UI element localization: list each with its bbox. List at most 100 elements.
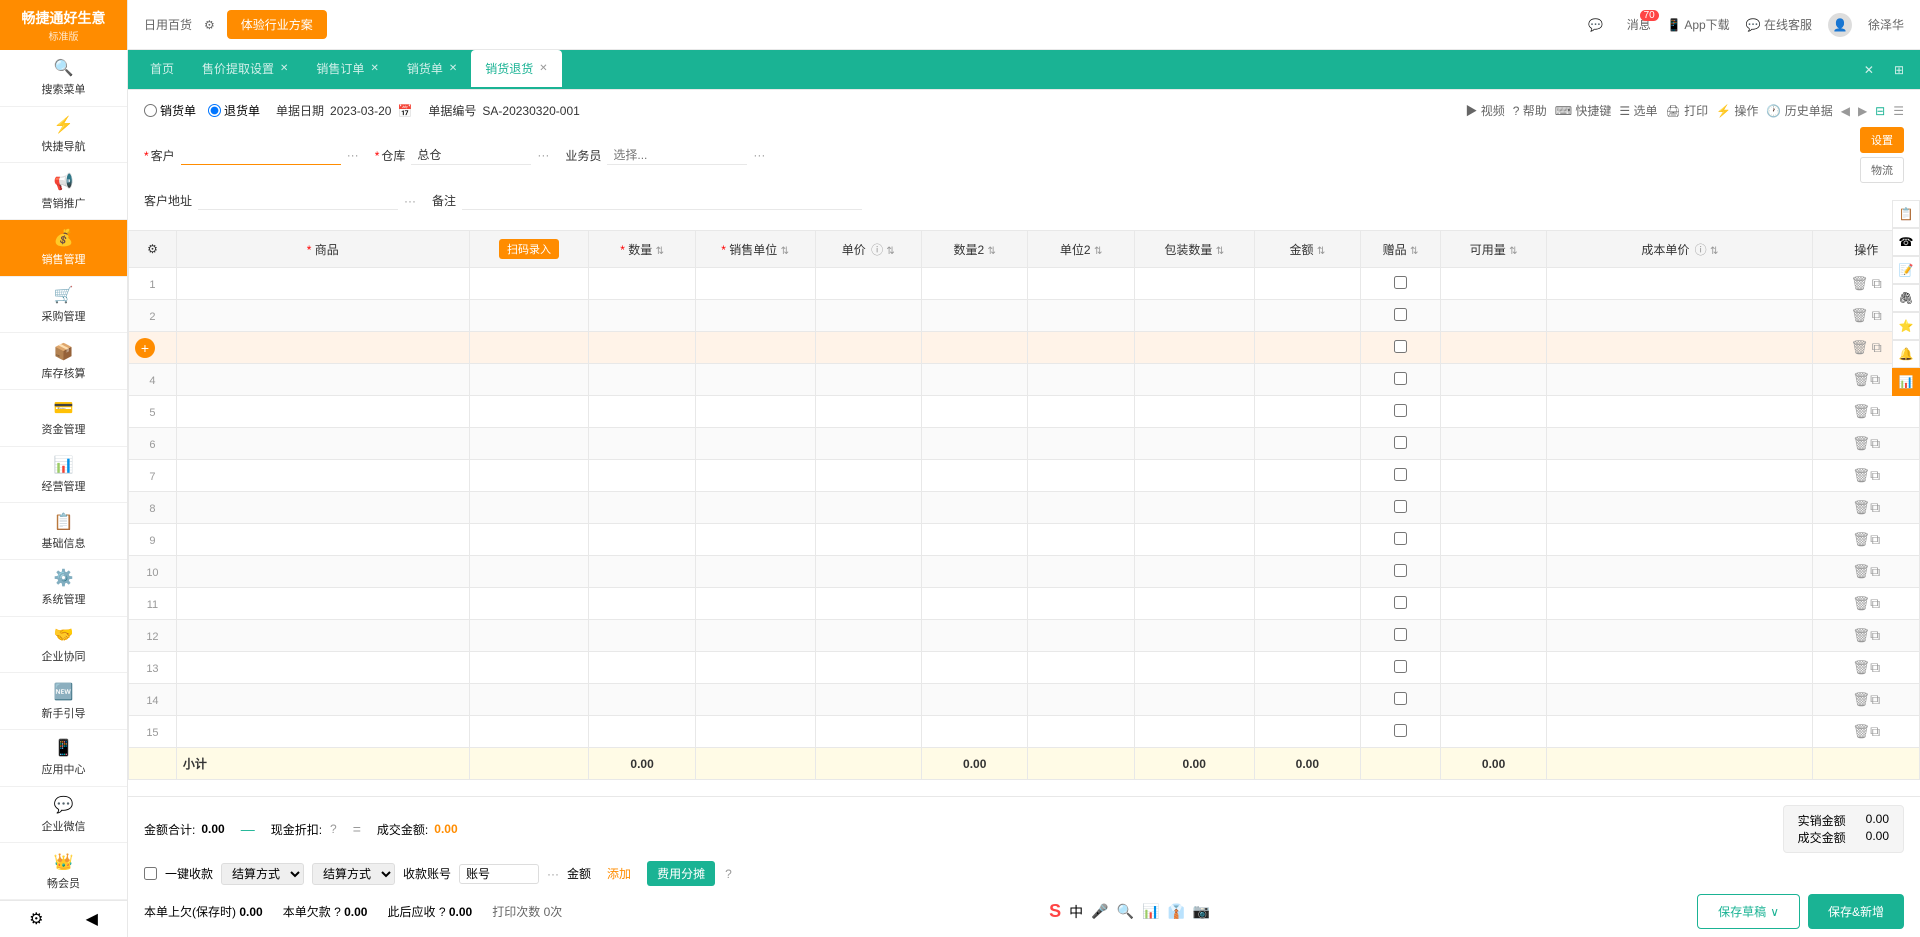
sidebar-item-operation[interactable]: 📊 经营管理 xyxy=(0,447,127,504)
tab-sales-delivery[interactable]: 销货单 ✕ xyxy=(393,50,471,89)
product-input-cell[interactable] xyxy=(176,332,469,364)
address-more-icon[interactable]: ··· xyxy=(404,194,416,208)
quantity-cell[interactable] xyxy=(589,268,695,300)
right-panel-icon-6[interactable]: 🔔 xyxy=(1892,340,1920,368)
gift-cell[interactable] xyxy=(1361,332,1441,364)
row-copy-icon[interactable]: ⧉ xyxy=(1872,339,1882,355)
close-all-tabs[interactable]: ✕ xyxy=(1852,63,1886,77)
cost-price-cell[interactable] xyxy=(1547,332,1813,364)
sidebar-item-marketing[interactable]: 📢 营销推广 xyxy=(0,163,127,220)
tab-sales-order[interactable]: 销售订单 ✕ xyxy=(302,50,392,89)
sidebar-item-wechat[interactable]: 💬 企业微信 xyxy=(0,787,127,844)
account-input[interactable] xyxy=(459,864,539,884)
qty2-cell[interactable] xyxy=(921,268,1027,300)
unit-cell[interactable] xyxy=(695,332,815,364)
account-more-icon[interactable]: ··· xyxy=(547,867,559,881)
mic-icon[interactable]: 🎤 xyxy=(1091,903,1108,920)
gift-checkbox[interactable] xyxy=(1394,308,1407,321)
right-panel-icon-1[interactable]: 📋 xyxy=(1892,200,1920,228)
tab-price-setup[interactable]: 售价提取设置 ✕ xyxy=(188,50,302,89)
row-copy-icon[interactable]: ⧉ xyxy=(1870,435,1880,451)
col-settings[interactable]: ⚙ xyxy=(129,231,177,268)
print-btn[interactable]: 🖨 打印 xyxy=(1666,102,1709,119)
row-delete-icon[interactable]: 🗑 xyxy=(1852,691,1870,707)
pack-qty-cell[interactable] xyxy=(1134,332,1254,364)
payable-help-icon[interactable]: ? xyxy=(439,905,446,919)
sidebar-item-guide[interactable]: 🆕 新手引导 xyxy=(0,673,127,730)
address-input[interactable] xyxy=(198,191,398,210)
row-delete-icon[interactable]: 🗑 xyxy=(1852,627,1870,643)
one-click-checkbox[interactable] xyxy=(144,867,157,880)
row-delete-icon[interactable]: 🗑 xyxy=(1852,563,1870,579)
row-copy-icon[interactable]: ⧉ xyxy=(1870,467,1880,483)
right-panel-icon-4[interactable]: 🖇 xyxy=(1892,284,1920,312)
save-new-button[interactable]: 保存&新增 xyxy=(1808,894,1904,929)
tab-sales-order-close-icon[interactable]: ✕ xyxy=(370,63,378,74)
row-delete-icon[interactable]: 🗑 xyxy=(1852,435,1870,451)
row-copy-icon[interactable]: ⧉ xyxy=(1870,595,1880,611)
gift-checkbox[interactable] xyxy=(1394,564,1407,577)
tab-sales-return-close-icon[interactable]: ✕ xyxy=(539,63,547,74)
row-delete-icon[interactable]: 🗑 xyxy=(1852,659,1870,675)
unit-cell[interactable] xyxy=(695,300,815,332)
gift-checkbox[interactable] xyxy=(1394,660,1407,673)
sidebar-item-enterprise[interactable]: 🤝 企业协同 xyxy=(0,617,127,674)
right-panel-icon-7-active[interactable]: 📊 xyxy=(1892,368,1920,396)
per-amount-help-icon[interactable]: ? xyxy=(334,905,341,919)
gift-checkbox[interactable] xyxy=(1394,596,1407,609)
tab-price-setup-close-icon[interactable]: ✕ xyxy=(280,63,288,74)
sidebar-item-search[interactable]: 🔍 搜索菜单 xyxy=(0,50,127,107)
calendar-icon[interactable]: 📅 xyxy=(397,104,412,118)
logistics-btn[interactable]: 物流 xyxy=(1860,157,1904,183)
return-type-radio[interactable]: 退货单 xyxy=(208,102,260,119)
available-cell[interactable] xyxy=(1440,332,1546,364)
video-btn[interactable]: ▶ 视频 xyxy=(1465,102,1504,119)
row-copy-icon[interactable]: ⧉ xyxy=(1872,307,1882,323)
setup-btn[interactable]: 设置 xyxy=(1860,127,1904,153)
row-delete-icon[interactable]: 🗑 xyxy=(1852,499,1870,515)
gift-checkbox[interactable] xyxy=(1394,468,1407,481)
row-delete-icon[interactable]: 🗑 xyxy=(1852,371,1870,387)
row-copy-icon[interactable]: ⧉ xyxy=(1870,403,1880,419)
fee-split-button[interactable]: 费用分摊 xyxy=(647,861,715,886)
sidebar-item-member[interactable]: 👑 畅会员 xyxy=(0,843,127,900)
list-view-icon[interactable]: ☰ xyxy=(1893,104,1904,118)
sidebar-item-apps[interactable]: 📱 应用中心 xyxy=(0,730,127,787)
gift-checkbox[interactable] xyxy=(1394,724,1407,737)
sale-type-radio[interactable]: 销货单 xyxy=(144,102,196,119)
row-delete-icon[interactable]: 🗑 xyxy=(1852,467,1870,483)
unit2-cell[interactable] xyxy=(1028,300,1134,332)
row-copy-icon[interactable]: ⧉ xyxy=(1870,723,1880,739)
calc-select[interactable]: 结算方式 xyxy=(312,863,395,885)
select-btn[interactable]: ☰ 选单 xyxy=(1619,102,1657,119)
sidebar-item-purchase[interactable]: 🛒 采购管理 xyxy=(0,277,127,334)
available-cell[interactable] xyxy=(1440,268,1546,300)
remark-input[interactable] xyxy=(462,191,862,210)
product-name-input[interactable] xyxy=(183,341,463,355)
gift-checkbox[interactable] xyxy=(1394,340,1407,353)
fee-help-icon[interactable]: ? xyxy=(725,867,732,881)
row-copy-icon[interactable]: ⧉ xyxy=(1870,691,1880,707)
warehouse-input[interactable] xyxy=(411,146,531,165)
gift-checkbox[interactable] xyxy=(1394,436,1407,449)
right-panel-icon-2[interactable]: ☎ xyxy=(1892,228,1920,256)
gift-checkbox[interactable] xyxy=(1394,372,1407,385)
gift-cell[interactable] xyxy=(1361,300,1441,332)
cost-price-help-icon[interactable]: ⓘ xyxy=(1695,243,1707,257)
settlement-select[interactable]: 结算方式 xyxy=(221,863,304,885)
grid-view-icon[interactable]: ⊟ xyxy=(1875,104,1885,118)
unit-price-help-icon[interactable]: ⓘ xyxy=(871,243,883,257)
unit-price-cell[interactable] xyxy=(815,300,921,332)
unit2-cell[interactable] xyxy=(1028,268,1134,300)
unit-cell[interactable] xyxy=(695,268,815,300)
expand-icon[interactable]: ⊞ xyxy=(1886,63,1912,77)
amount-cell[interactable] xyxy=(1254,268,1360,300)
gift-checkbox[interactable] xyxy=(1394,276,1407,289)
search-bottom-icon[interactable]: 🔍 xyxy=(1117,903,1134,920)
add-row-button[interactable]: + xyxy=(135,338,155,358)
history-btn[interactable]: 🕐 历史单据 xyxy=(1766,102,1832,119)
warehouse-more-icon[interactable]: ··· xyxy=(537,148,549,162)
sidebar-item-inventory[interactable]: 📦 库存核算 xyxy=(0,333,127,390)
return-radio-input[interactable] xyxy=(208,104,221,117)
row-copy-icon[interactable]: ⧉ xyxy=(1870,659,1880,675)
